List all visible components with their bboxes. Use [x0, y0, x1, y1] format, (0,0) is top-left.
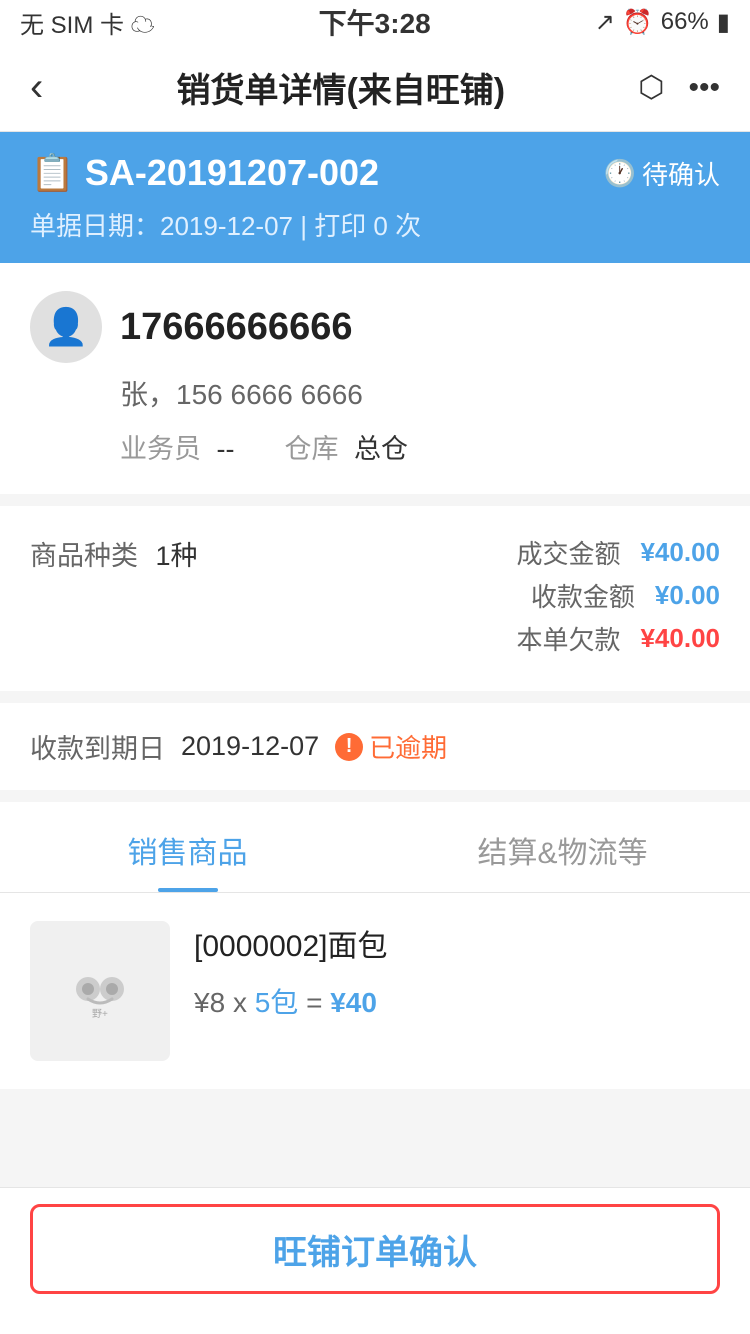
- product-qty: 5包: [255, 987, 299, 1018]
- page-title: 销货单详情(来自旺铺): [176, 63, 505, 112]
- product-info: [0000002]面包 ¥8 x 5包 = ¥40: [194, 921, 720, 1021]
- avatar: 👤: [30, 291, 102, 363]
- owed-label: 本单欠款: [516, 620, 620, 657]
- alarm-icon: ⏰: [623, 8, 653, 37]
- tabs-section: 销售商品 结算&物流等: [0, 802, 750, 893]
- order-id: 📋 SA-20191207-002: [30, 152, 379, 194]
- received-value: ¥0.00: [655, 580, 720, 611]
- due-label: 收款到期日: [30, 727, 165, 766]
- stats-left: 商品种类 1种: [30, 534, 198, 573]
- product-price: ¥8 x 5包 = ¥40: [194, 981, 720, 1021]
- status-right: ↗ ⏰ 66% ▮: [595, 8, 730, 37]
- product-item: 野+ [0000002]面包 ¥8 x 5包 = ¥40: [0, 893, 750, 1089]
- warehouse-value: 总仓: [354, 434, 408, 464]
- order-icon: 📋: [30, 152, 75, 194]
- share-icon[interactable]: ⬡: [638, 70, 664, 105]
- stats-right: 成交金额 ¥40.00 收款金额 ¥0.00 本单欠款 ¥40.00: [516, 534, 720, 663]
- sales-meta: 业务员 --: [120, 427, 235, 466]
- due-section: 收款到期日 2019-12-07 ! 已逾期: [0, 703, 750, 790]
- overdue-badge: ! 已逾期: [335, 728, 447, 765]
- customer-row: 👤 17666666666: [30, 291, 720, 363]
- warehouse-meta: 仓库 总仓: [285, 427, 409, 466]
- nav-bar: ‹ 销货单详情(来自旺铺) ⬡ •••: [0, 44, 750, 132]
- status-bar: 无 SIM 卡 ☁ 下午3:28 ↗ ⏰ 66% ▮: [0, 0, 750, 44]
- due-date: 2019-12-07: [181, 731, 319, 762]
- svg-text:野+: 野+: [92, 1008, 108, 1020]
- customer-name: 张，156 6666 6666: [30, 373, 720, 413]
- customer-section: 👤 17666666666 张，156 6666 6666 业务员 -- 仓库 …: [0, 263, 750, 494]
- owed-row: 本单欠款 ¥40.00: [516, 620, 720, 657]
- price-x: x: [233, 987, 255, 1018]
- received-label: 收款金额: [531, 577, 635, 614]
- tab-products[interactable]: 销售商品: [0, 802, 375, 892]
- price-eq: =: [306, 987, 330, 1018]
- category-label: 商品种类: [30, 541, 138, 571]
- nav-actions: ⬡ •••: [638, 70, 720, 105]
- owed-value: ¥40.00: [640, 623, 720, 654]
- avatar-icon: 👤: [44, 306, 89, 348]
- battery-label: 66%: [661, 8, 709, 36]
- order-status: 🕐 待确认: [604, 155, 720, 192]
- customer-meta: 业务员 -- 仓库 总仓: [30, 427, 720, 466]
- product-name: [0000002]面包: [194, 921, 720, 965]
- battery-icon: ▮: [717, 8, 730, 37]
- location-icon: ↗: [595, 8, 615, 37]
- product-total: ¥40: [330, 987, 377, 1018]
- back-button[interactable]: ‹: [30, 65, 43, 110]
- confirm-button-wrap: 旺铺订单确认: [0, 1187, 750, 1334]
- customer-phone: 17666666666: [120, 306, 352, 349]
- order-date: 单据日期：2019-12-07 | 打印 0 次: [30, 206, 720, 243]
- received-row: 收款金额 ¥0.00: [516, 577, 720, 614]
- confirm-button[interactable]: 旺铺订单确认: [30, 1204, 720, 1294]
- warehouse-label: 仓库: [285, 434, 339, 464]
- overdue-text: 已逾期: [369, 728, 447, 765]
- amount-value: ¥40.00: [640, 537, 720, 568]
- tab-settlement[interactable]: 结算&物流等: [375, 802, 750, 892]
- price-unit: ¥8: [194, 987, 225, 1018]
- more-icon[interactable]: •••: [688, 71, 720, 105]
- order-header: 📋 SA-20191207-002 🕐 待确认 单据日期：2019-12-07 …: [0, 132, 750, 263]
- amount-row: 成交金额 ¥40.00: [516, 534, 720, 571]
- sales-value: --: [217, 434, 235, 464]
- status-left: 无 SIM 卡 ☁: [20, 5, 155, 40]
- category-value: 1种: [156, 541, 198, 571]
- overdue-icon: !: [335, 733, 363, 761]
- no-sim-label: 无 SIM 卡 ☁: [20, 5, 155, 40]
- product-thumbnail: 野+: [30, 921, 170, 1061]
- order-status-text: 待确认: [642, 155, 720, 192]
- sales-label: 业务员: [120, 434, 201, 464]
- clock-icon: 🕐: [604, 158, 636, 189]
- status-time: 下午3:28: [319, 2, 431, 42]
- stats-section: 商品种类 1种 成交金额 ¥40.00 收款金额 ¥0.00 本单欠款 ¥40.…: [0, 506, 750, 691]
- order-id-text: SA-20191207-002: [85, 152, 379, 194]
- amount-label: 成交金额: [516, 534, 620, 571]
